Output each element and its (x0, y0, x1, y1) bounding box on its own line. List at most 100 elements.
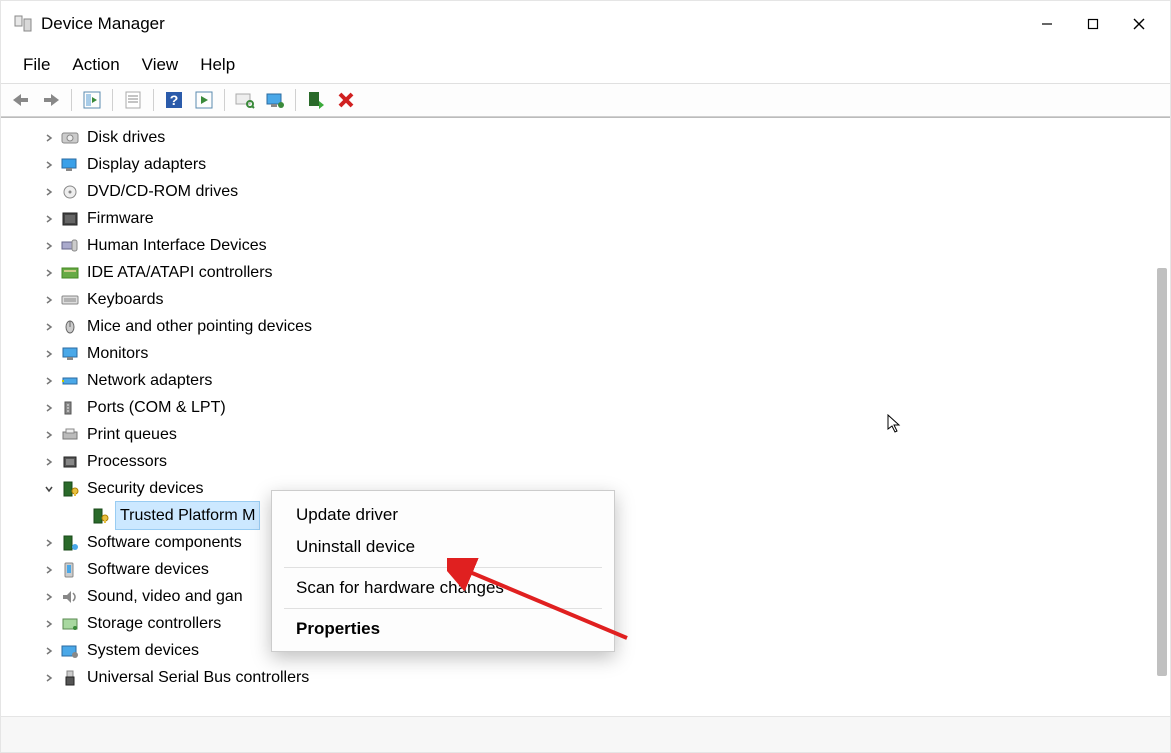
chevron-right-icon[interactable] (41, 349, 57, 359)
tree-node-label[interactable]: Trusted Platform M (115, 501, 260, 530)
menu-action[interactable]: Action (62, 53, 129, 77)
show-hide-tree-button[interactable] (78, 86, 106, 114)
tree-node-label[interactable]: IDE ATA/ATAPI controllers (85, 259, 275, 286)
scrollbar-thumb[interactable] (1157, 268, 1167, 676)
tree-node[interactable]: Processors (9, 448, 1150, 475)
tree-node-label[interactable]: Processors (85, 448, 169, 475)
vertical-scrollbar[interactable] (1154, 118, 1170, 716)
chevron-right-icon[interactable] (41, 673, 57, 683)
tree-node-label[interactable]: Universal Serial Bus controllers (85, 664, 311, 691)
tree-node-label[interactable]: Mice and other pointing devices (85, 313, 314, 340)
toolbar-sep-3 (153, 89, 154, 111)
context-uninstall-device[interactable]: Uninstall device (272, 531, 614, 563)
uninstall-device-button[interactable] (332, 86, 360, 114)
statusbar (1, 716, 1170, 752)
chevron-right-icon[interactable] (41, 160, 57, 170)
mouse-icon (59, 318, 81, 336)
device-tree[interactable]: Disk drivesDisplay adaptersDVD/CD-ROM dr… (1, 118, 1154, 716)
maximize-button[interactable] (1070, 8, 1116, 40)
back-button[interactable] (7, 86, 35, 114)
tree-node[interactable]: Firmware (9, 205, 1150, 232)
chevron-right-icon[interactable] (41, 403, 57, 413)
toolbar-sep-1 (71, 89, 72, 111)
context-scan-hardware[interactable]: Scan for hardware changes (272, 572, 614, 604)
ide-icon (59, 264, 81, 282)
chevron-right-icon[interactable] (41, 430, 57, 440)
sound-icon (59, 588, 81, 606)
content-area: Disk drivesDisplay adaptersDVD/CD-ROM dr… (1, 117, 1170, 716)
network-icon (59, 372, 81, 390)
tree-node-label[interactable]: Keyboards (85, 286, 166, 313)
tree-node[interactable]: Display adapters (9, 151, 1150, 178)
dvd-icon (59, 183, 81, 201)
minimize-button[interactable] (1024, 8, 1070, 40)
chevron-right-icon[interactable] (41, 457, 57, 467)
chevron-right-icon[interactable] (41, 565, 57, 575)
tree-node[interactable]: Disk drives (9, 124, 1150, 151)
chevron-down-icon[interactable] (41, 484, 57, 494)
tree-node[interactable]: Print queues (9, 421, 1150, 448)
context-properties[interactable]: Properties (272, 613, 614, 645)
chevron-right-icon[interactable] (41, 241, 57, 251)
tree-node-label[interactable]: Monitors (85, 340, 150, 367)
monitor-icon (59, 345, 81, 363)
properties-button[interactable] (119, 86, 147, 114)
chevron-right-icon[interactable] (41, 619, 57, 629)
swdev-icon (59, 561, 81, 579)
tree-node-label[interactable]: Print queues (85, 421, 179, 448)
context-sep-1 (284, 567, 602, 568)
toolbar-sep-5 (295, 89, 296, 111)
close-button[interactable] (1116, 8, 1162, 40)
tree-node-label[interactable]: System devices (85, 637, 201, 664)
tree-node[interactable]: Human Interface Devices (9, 232, 1150, 259)
help-button[interactable]: ? (160, 86, 188, 114)
swcomp-icon (59, 534, 81, 552)
tree-node-label[interactable]: Human Interface Devices (85, 232, 269, 259)
tree-node[interactable]: Network adapters (9, 367, 1150, 394)
tree-node-label[interactable]: DVD/CD-ROM drives (85, 178, 240, 205)
tree-node[interactable]: Keyboards (9, 286, 1150, 313)
app-icon (13, 14, 33, 34)
tree-node-label[interactable]: Display adapters (85, 151, 208, 178)
device-manager-window: Device Manager File Action View Help (0, 0, 1171, 753)
scan-hardware-button[interactable] (231, 86, 259, 114)
chevron-right-icon[interactable] (41, 646, 57, 656)
tree-node-label[interactable]: Storage controllers (85, 610, 223, 637)
update-driver-button[interactable] (261, 86, 289, 114)
chevron-right-icon[interactable] (41, 214, 57, 224)
tree-node-label[interactable]: Network adapters (85, 367, 214, 394)
forward-button[interactable] (37, 86, 65, 114)
chevron-right-icon[interactable] (41, 268, 57, 278)
menu-file[interactable]: File (13, 53, 60, 77)
toolbar: ? (1, 83, 1170, 117)
tree-node-label[interactable]: Sound, video and gan (85, 583, 245, 610)
tree-node-label[interactable]: Ports (COM & LPT) (85, 394, 228, 421)
tree-node-label[interactable]: Disk drives (85, 124, 167, 151)
tree-node-label[interactable]: Firmware (85, 205, 156, 232)
chevron-right-icon[interactable] (41, 187, 57, 197)
tree-node[interactable]: IDE ATA/ATAPI controllers (9, 259, 1150, 286)
chevron-right-icon[interactable] (41, 322, 57, 332)
chevron-right-icon[interactable] (41, 538, 57, 548)
tree-node-label[interactable]: Software devices (85, 556, 211, 583)
chevron-right-icon[interactable] (41, 592, 57, 602)
action-button[interactable] (190, 86, 218, 114)
tree-node[interactable]: Mice and other pointing devices (9, 313, 1150, 340)
menu-view[interactable]: View (132, 53, 189, 77)
enable-device-button[interactable] (302, 86, 330, 114)
tree-node[interactable]: Universal Serial Bus controllers (9, 664, 1150, 691)
cpu-icon (59, 453, 81, 471)
window-controls (1024, 8, 1162, 40)
chevron-right-icon[interactable] (41, 295, 57, 305)
menu-help[interactable]: Help (190, 53, 245, 77)
security-icon (59, 480, 81, 498)
chevron-right-icon[interactable] (41, 133, 57, 143)
disk-icon (59, 129, 81, 147)
tree-node[interactable]: Monitors (9, 340, 1150, 367)
tree-node[interactable]: Ports (COM & LPT) (9, 394, 1150, 421)
tree-node-label[interactable]: Security devices (85, 475, 206, 502)
tree-node-label[interactable]: Software components (85, 529, 244, 556)
context-update-driver[interactable]: Update driver (272, 499, 614, 531)
chevron-right-icon[interactable] (41, 376, 57, 386)
tree-node[interactable]: DVD/CD-ROM drives (9, 178, 1150, 205)
